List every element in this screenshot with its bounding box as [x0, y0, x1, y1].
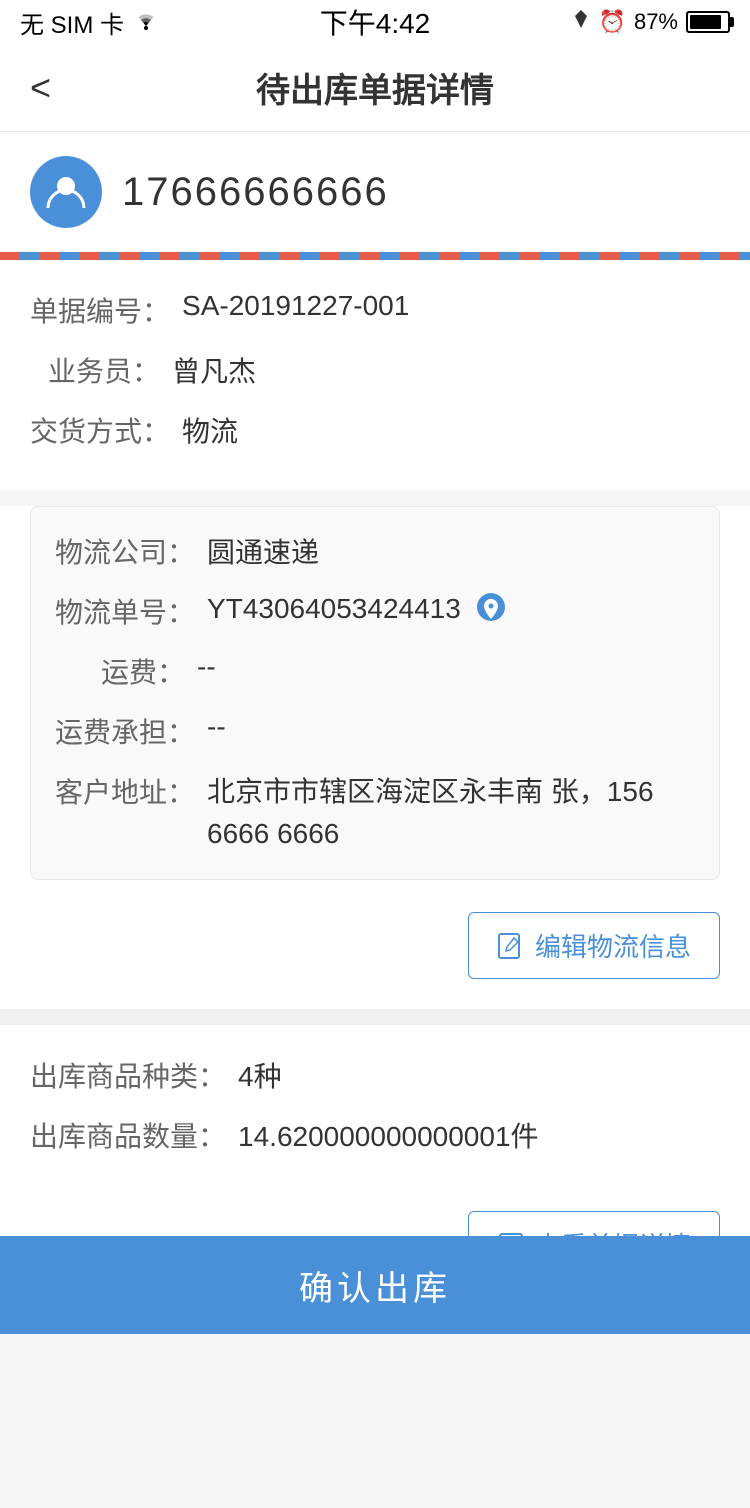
page-title: 待出库单据详情: [256, 63, 494, 112]
status-bar: 无 SIM 卡 下午4:42 ⏰ 87%: [0, 0, 750, 44]
customer-section: 17666666666: [0, 132, 750, 252]
logistics-company-label: 物流公司：: [55, 531, 195, 571]
freight-row: 运费： --: [55, 651, 695, 691]
customer-phone: 17666666666: [122, 170, 389, 215]
edit-icon: [497, 932, 525, 960]
goods-quantity-row: 出库商品数量： 14.620000000000001件: [30, 1115, 720, 1155]
freight-bear-value: --: [207, 711, 695, 743]
tracking-location-icon: [473, 591, 509, 627]
confirm-button-container: 确认出库: [0, 1236, 750, 1334]
confirm-button[interactable]: 确认出库: [0, 1236, 750, 1334]
delivery-label: 交货方式：: [30, 410, 170, 450]
logistics-company-value: 圆通速递: [207, 531, 695, 571]
order-number-value: SA-20191227-001: [182, 290, 720, 322]
order-info-section: 单据编号： SA-20191227-001 业务员： 曾凡杰 交货方式： 物流: [0, 260, 750, 490]
back-button[interactable]: <: [30, 67, 51, 109]
logistics-tracking-label: 物流单号：: [55, 591, 195, 631]
goods-section: 出库商品种类： 4种 出库商品数量： 14.620000000000001件: [0, 1025, 750, 1195]
logistics-tracking-row: 物流单号： YT43064053424413: [55, 591, 695, 631]
freight-value: --: [197, 651, 695, 683]
logistics-tracking-value: YT43064053424413: [207, 591, 695, 627]
edit-logistics-label: 编辑物流信息: [535, 927, 691, 964]
section-divider: [0, 1009, 750, 1025]
wifi-icon: [132, 8, 160, 37]
salesman-row: 业务员： 曾凡杰: [30, 350, 720, 390]
status-bar-right: ⏰ 87%: [571, 8, 730, 36]
nav-bar: < 待出库单据详情: [0, 44, 750, 132]
goods-type-row: 出库商品种类： 4种: [30, 1055, 720, 1095]
avatar: [30, 156, 102, 228]
address-row: 客户地址： 北京市市辖区海淀区永丰南 张，156 6666 6666: [55, 771, 695, 855]
status-bar-time: 下午4:42: [320, 2, 431, 42]
goods-quantity-value: 14.620000000000001件: [238, 1115, 539, 1155]
goods-type-value: 4种: [238, 1055, 282, 1095]
address-value: 北京市市辖区海淀区永丰南 张，156 6666 6666: [207, 771, 695, 855]
address-label: 客户地址：: [55, 771, 195, 811]
dashed-separator: [0, 252, 750, 260]
bottom-spacer: [0, 1308, 750, 1508]
status-bar-left: 无 SIM 卡: [20, 5, 160, 40]
goods-quantity-label: 出库商品数量：: [30, 1115, 226, 1155]
alarm-icon: ⏰: [599, 9, 626, 35]
edit-logistics-area: 编辑物流信息: [0, 896, 750, 1009]
edit-logistics-button[interactable]: 编辑物流信息: [468, 912, 720, 979]
logistics-card: 物流公司： 圆通速递 物流单号： YT43064053424413 运费： --…: [30, 506, 720, 880]
salesman-value: 曾凡杰: [172, 350, 720, 390]
location-status-icon: [571, 8, 591, 36]
delivery-value: 物流: [182, 410, 720, 450]
battery-icon: [686, 11, 730, 33]
delivery-row: 交货方式： 物流: [30, 410, 720, 450]
salesman-label: 业务员：: [30, 350, 160, 390]
goods-type-label: 出库商品种类：: [30, 1055, 226, 1095]
freight-label: 运费：: [55, 651, 185, 691]
freight-bear-label: 运费承担：: [55, 711, 195, 751]
order-number-label: 单据编号：: [30, 290, 170, 330]
order-number-row: 单据编号： SA-20191227-001: [30, 290, 720, 330]
freight-bear-row: 运费承担： --: [55, 711, 695, 751]
carrier-text: 无 SIM 卡: [20, 5, 124, 40]
logistics-company-row: 物流公司： 圆通速递: [55, 531, 695, 571]
battery-text: 87%: [634, 9, 678, 35]
